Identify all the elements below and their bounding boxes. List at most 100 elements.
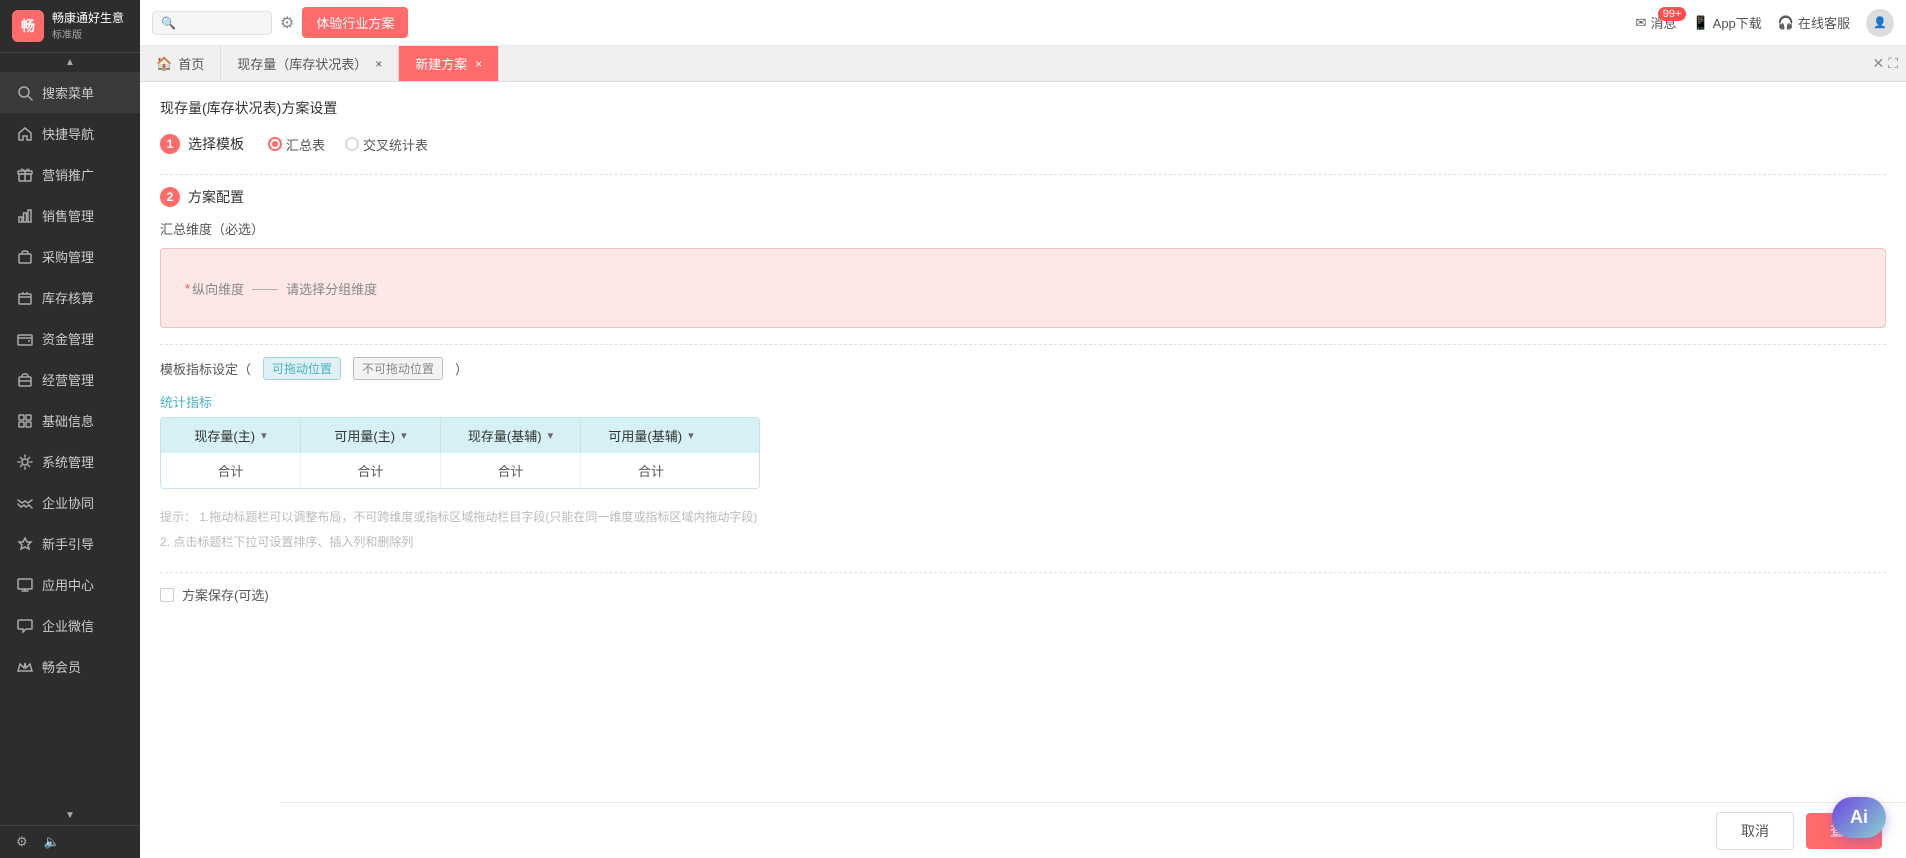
indicator-label: 模板指标设定（ — [160, 359, 251, 378]
settings-icon — [16, 453, 34, 471]
handshake-icon — [16, 494, 34, 512]
trial-button[interactable]: 体验行业方案 — [302, 7, 408, 38]
col-header-2[interactable]: 现存量(基辅) ▾ — [441, 418, 581, 453]
cell-0-0: 合计 — [161, 453, 301, 488]
radio-summary[interactable]: 汇总表 — [268, 135, 325, 154]
sidebar-item-guide[interactable]: 新手引导 — [0, 523, 140, 564]
sidebar-item-apps[interactable]: 应用中心 — [0, 564, 140, 605]
header-search-area[interactable]: 🔍 — [152, 11, 272, 35]
sidebar-scroll-up[interactable]: ▲ — [0, 53, 140, 72]
sidebar-item-system[interactable]: 系统管理 — [0, 441, 140, 482]
sidebar-item-label: 搜索菜单 — [42, 83, 94, 102]
sidebar-item-purchase[interactable]: 采购管理 — [0, 236, 140, 277]
sidebar-item-label: 畅会员 — [42, 657, 81, 676]
sidebar-item-inventory[interactable]: 库存核算 — [0, 277, 140, 318]
star-icon — [16, 535, 34, 553]
sidebar-item-finance[interactable]: 资金管理 — [0, 318, 140, 359]
header-settings-icon[interactable]: ⚙ — [280, 13, 294, 33]
tip-line-2: 2. 点击标题栏下拉可设置排序、插入列和删除列 — [160, 533, 1886, 552]
ai-label: Ai — [1850, 807, 1868, 828]
bag-icon — [16, 248, 34, 266]
cell-0-2: 合计 — [441, 453, 581, 488]
chevron-down-icon: ▾ — [688, 429, 694, 442]
sidebar-item-sales[interactable]: 销售管理 — [0, 195, 140, 236]
tab-label: 首页 — [178, 54, 204, 73]
stats-table: 现存量(主) ▾ 可用量(主) ▾ 现存量(基辅) ▾ 可用量(基辅) ▾ — [160, 417, 760, 489]
sidebar-item-basic[interactable]: 基础信息 — [0, 400, 140, 441]
section-title-2: 方案配置 — [188, 187, 244, 207]
gift-icon — [16, 166, 34, 184]
tab-inventory-status[interactable]: 现存量（库存状况表） × — [221, 46, 399, 81]
radio-dot-summary — [268, 137, 282, 151]
sidebar-item-label: 资金管理 — [42, 329, 94, 348]
tab-close-icon[interactable]: × — [375, 57, 382, 71]
indicator-settings-row: 模板指标设定（ 可拖动位置 不可拖动位置 ） — [160, 357, 1886, 380]
radio-cross[interactable]: 交叉统计表 — [345, 135, 428, 154]
close-window-icon[interactable]: ✕ — [1872, 55, 1884, 72]
sidebar-item-label: 应用中心 — [42, 575, 94, 594]
cell-0-3: 合计 — [581, 453, 721, 488]
tab-label: 现存量（库存状况表） — [237, 54, 367, 73]
vertical-dim-placeholder: 请选择分组维度 — [286, 279, 377, 298]
search-icon — [16, 84, 34, 102]
app-download-link[interactable]: 📱 App下载 — [1692, 13, 1761, 32]
tab-new-plan[interactable]: 新建方案 × — [399, 46, 499, 81]
sidebar-scroll-down[interactable]: ▼ — [0, 806, 140, 825]
app-badge: 标准版 — [52, 26, 124, 41]
sidebar-item-member[interactable]: 畅会员 — [0, 646, 140, 687]
sidebar-nav: 搜索菜单 快捷导航 营销推广 销售管理 采购管理 — [0, 72, 140, 806]
sidebar-item-business[interactable]: 经营管理 — [0, 359, 140, 400]
gear-icon[interactable]: ⚙ — [16, 834, 28, 850]
briefcase-icon — [16, 371, 34, 389]
ai-floating-button[interactable]: Ai — [1832, 797, 1886, 838]
volume-icon[interactable]: 🔈 — [44, 834, 60, 850]
page-title: 现存量(库存状况表)方案设置 — [160, 98, 1886, 118]
main-area: 🔍 ⚙ 体验行业方案 ✉ 消息 99+ 📱 App下载 🎧 在线客服 👤 — [140, 0, 1906, 858]
chevron-down-icon: ▾ — [548, 429, 554, 442]
expand-window-icon[interactable]: ⛶ — [1888, 55, 1898, 72]
sidebar-item-label: 企业协同 — [42, 493, 94, 512]
save-checkbox[interactable] — [160, 588, 174, 602]
app-logo-icon: 畅 — [12, 10, 44, 42]
section-num-1: 1 — [160, 134, 180, 154]
divider-1 — [160, 174, 1886, 175]
section-num-2: 2 — [160, 187, 180, 207]
chevron-down-icon: ▾ — [401, 429, 407, 442]
user-avatar[interactable]: 👤 — [1866, 9, 1894, 37]
col-header-3[interactable]: 可用量(基辅) ▾ — [581, 418, 721, 453]
vertical-dim-area[interactable]: * 纵向维度 —— 请选择分组维度 — [160, 248, 1886, 328]
crown-icon — [16, 658, 34, 676]
grid-icon — [16, 412, 34, 430]
sidebar: 畅 畅康通好生意 标准版 ▲ 搜索菜单 快捷导航 营销推广 — [0, 0, 140, 858]
headset-icon: 🎧 — [1778, 15, 1794, 31]
tab-window-controls: ✕ ⛶ — [1872, 55, 1906, 72]
tab-home[interactable]: 🏠 首页 — [140, 46, 221, 81]
col-header-1[interactable]: 可用量(主) ▾ — [301, 418, 441, 453]
header-right: ✉ 消息 99+ 📱 App下载 🎧 在线客服 👤 — [1636, 9, 1894, 37]
sidebar-item-label: 系统管理 — [42, 452, 94, 471]
tab-close-active-icon[interactable]: × — [475, 57, 482, 71]
sidebar-item-marketing[interactable]: 营销推广 — [0, 154, 140, 195]
sidebar-item-label: 快捷导航 — [42, 124, 94, 143]
sidebar-item-wechat[interactable]: 企业微信 — [0, 605, 140, 646]
sidebar-item-quick-nav[interactable]: 快捷导航 — [0, 113, 140, 154]
sidebar-item-cooperation[interactable]: 企业协同 — [0, 482, 140, 523]
sidebar-logo: 畅 畅康通好生意 标准版 — [0, 0, 140, 53]
online-service-link[interactable]: 🎧 在线客服 — [1778, 13, 1850, 32]
tv-icon — [16, 576, 34, 594]
section-choose-template: 1 选择模板 汇总表 交叉统计表 — [160, 134, 1886, 154]
section-plan-config: 2 方案配置 汇总维度（必选） * 纵向维度 —— 请选择分组维度 模板指标设定… — [160, 187, 1886, 552]
radio-dot-cross — [345, 137, 359, 151]
required-mark: * — [185, 281, 190, 296]
sidebar-item-search-menu[interactable]: 搜索菜单 — [0, 72, 140, 113]
sidebar-item-label: 企业微信 — [42, 616, 94, 635]
top-header: 🔍 ⚙ 体验行业方案 ✉ 消息 99+ 📱 App下载 🎧 在线客服 👤 — [140, 0, 1906, 46]
template-radio-group: 汇总表 交叉统计表 — [268, 135, 428, 154]
cancel-button[interactable]: 取消 — [1716, 812, 1794, 850]
message-icon: ✉ — [1636, 15, 1647, 31]
not-draggable-badge: 不可拖动位置 — [353, 357, 443, 380]
messages-badge[interactable]: ✉ 消息 99+ — [1636, 13, 1677, 32]
col-header-0[interactable]: 现存量(主) ▾ — [161, 418, 301, 453]
box-icon — [16, 289, 34, 307]
sidebar-item-label: 采购管理 — [42, 247, 94, 266]
